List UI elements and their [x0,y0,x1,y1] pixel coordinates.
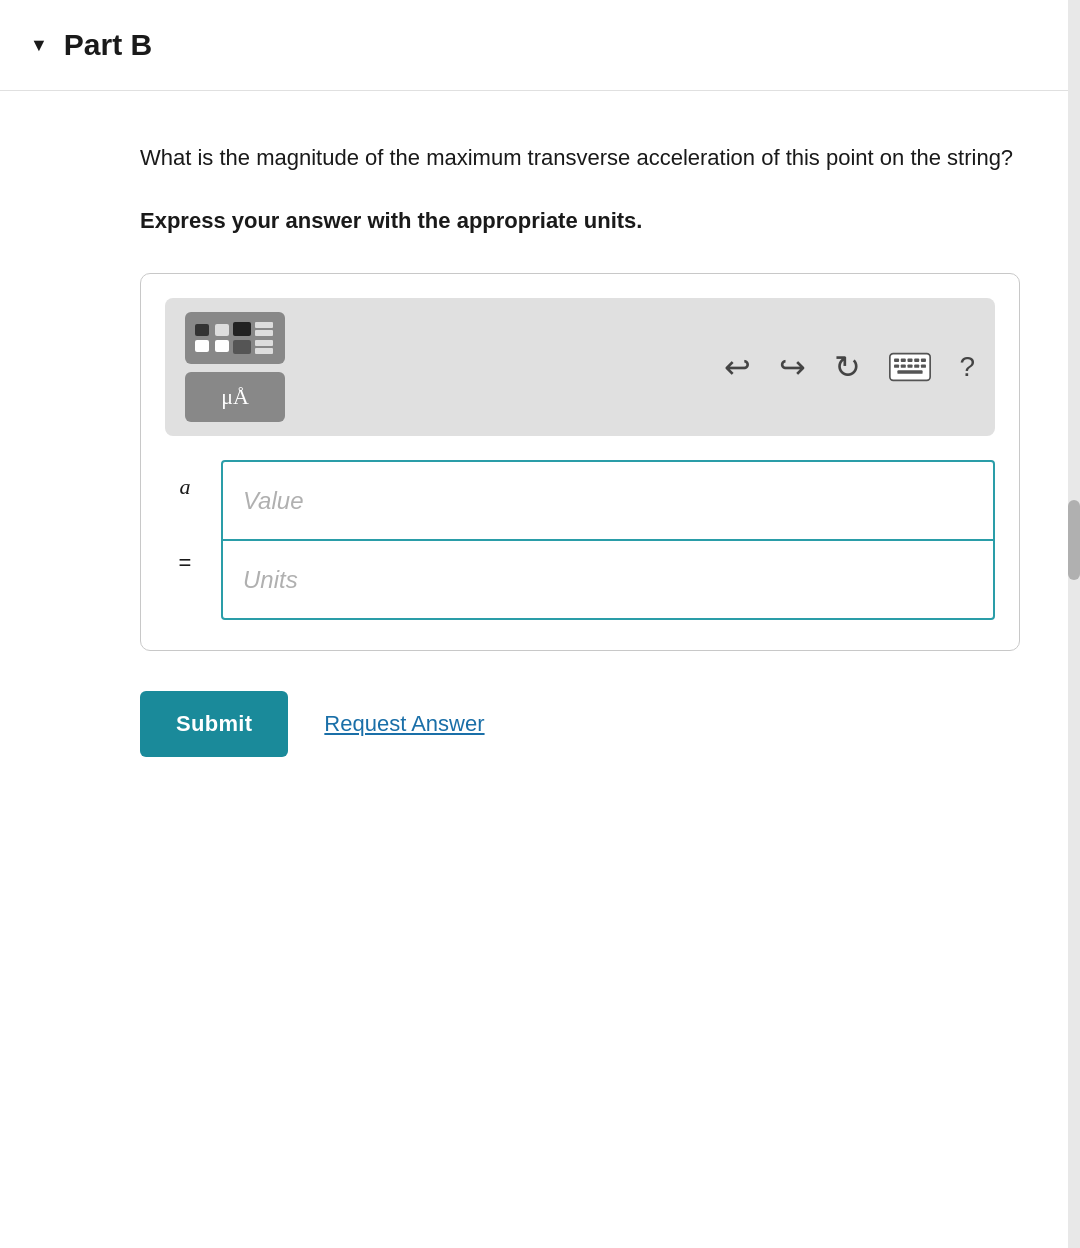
svg-rect-8 [901,359,906,362]
fraction-input-button[interactable] [185,312,285,364]
units-input[interactable] [221,540,995,620]
collapse-arrow-icon[interactable]: ▼ [30,35,48,56]
variable-label: a = [165,460,205,576]
toolbar-left-group: μÅ [185,312,285,422]
question-body: What is the magnitude of the maximum tra… [140,141,1020,174]
toolbar-right-group: ↩ ↪ ↻ [724,348,975,386]
variable-letter: a [180,474,191,500]
scrollbar-thumb[interactable] [1068,500,1080,580]
svg-rect-4 [255,340,273,346]
value-input[interactable] [221,460,995,540]
math-toolbar: μÅ ↩ ↪ ↻ [165,298,995,436]
inputs-stack [221,460,995,620]
svg-rect-5 [255,348,273,354]
variable-equals: = [179,550,192,576]
svg-rect-14 [908,364,913,367]
svg-rect-7 [894,359,899,362]
svg-rect-3 [233,340,251,354]
keyboard-button[interactable] [889,352,931,382]
units-symbol-button[interactable]: μÅ [185,372,285,422]
reset-button[interactable]: ↻ [834,348,861,386]
svg-rect-11 [921,359,926,362]
fraction-icon-svg [231,320,275,356]
answer-container: μÅ ↩ ↪ ↻ [140,273,1020,651]
svg-rect-2 [255,330,273,336]
submit-button[interactable]: Submit [140,691,288,757]
scrollbar[interactable] [1068,0,1080,1248]
svg-rect-13 [901,364,906,367]
svg-rect-16 [921,364,926,367]
input-row: a = [165,460,995,620]
svg-rect-10 [915,359,920,362]
request-answer-link[interactable]: Request Answer [324,711,484,737]
svg-rect-15 [915,364,920,367]
bottom-actions: Submit Request Answer [140,691,1020,757]
svg-rect-17 [898,370,923,373]
units-symbol-text: μÅ [221,384,249,410]
content-area: What is the magnitude of the maximum tra… [0,91,1080,797]
question-instruction: Express your answer with the appropriate… [140,204,1020,237]
fraction-grid-icon [195,324,231,352]
svg-rect-12 [894,364,899,367]
redo-button[interactable]: ↪ [779,348,806,386]
svg-rect-1 [255,322,273,328]
svg-rect-0 [233,322,251,336]
keyboard-icon-svg [889,352,931,382]
help-button[interactable]: ? [959,351,975,383]
part-title: Part B [64,28,152,62]
part-b-header: ▼ Part B [0,0,1080,91]
svg-rect-9 [908,359,913,362]
undo-button[interactable]: ↩ [724,348,751,386]
